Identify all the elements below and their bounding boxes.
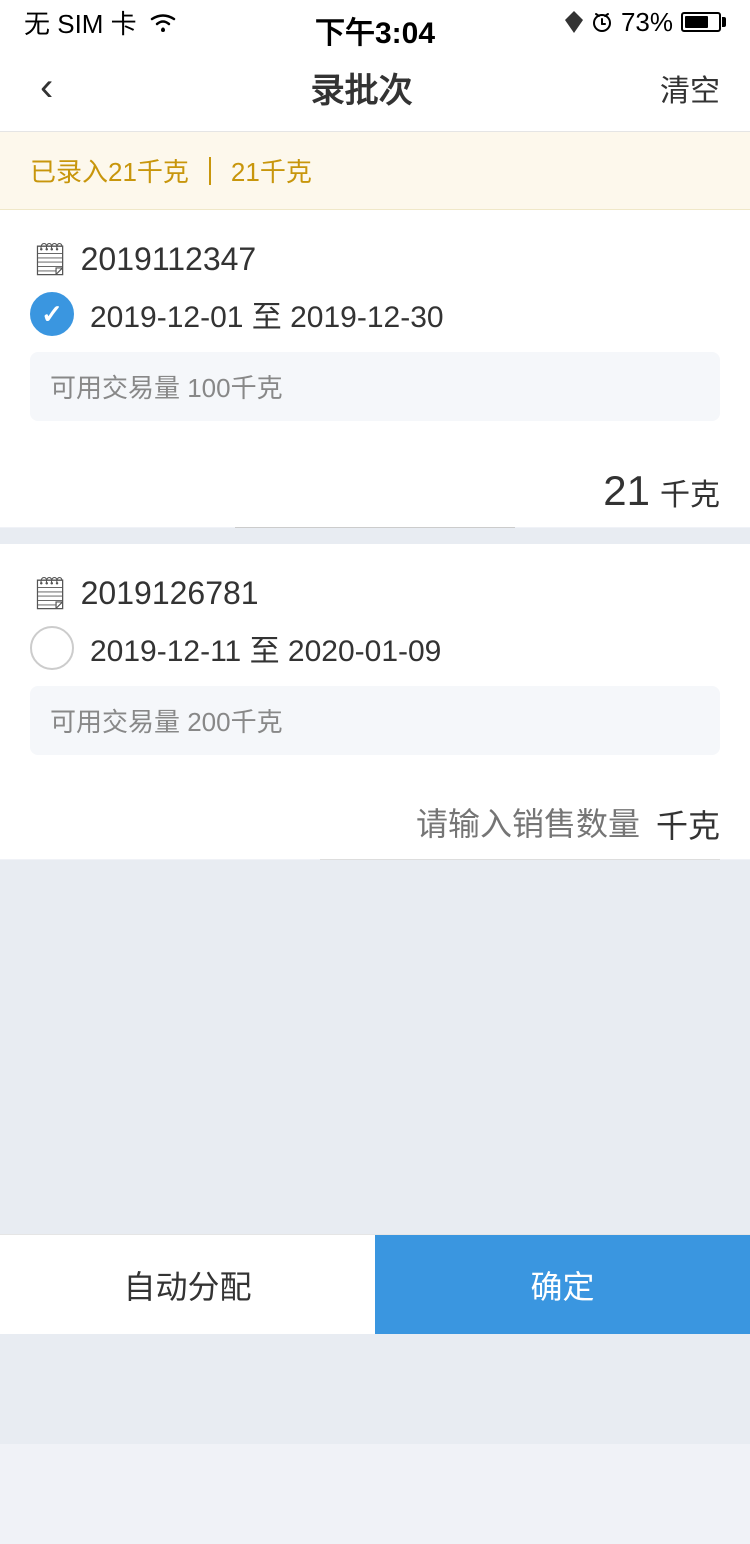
- status-time: 下午3:04: [315, 8, 435, 52]
- status-bar: 无 SIM 卡 下午3:04 73%: [0, 0, 750, 44]
- battery-icon: [681, 12, 726, 32]
- batch1-card: 🗒 2019112347 2019-12-01 至 2019-12-30 可用交…: [0, 210, 750, 451]
- recorded-value: 21千克: [231, 152, 312, 189]
- batch1-id: 2019112347: [81, 241, 257, 278]
- batch1-header: 🗒 2019112347: [30, 240, 720, 278]
- alarm-icon: [591, 11, 613, 33]
- batch1-available-box: 可用交易量 100千克: [30, 352, 720, 421]
- section-divider-1: [0, 528, 750, 544]
- bottom-bar: 自动分配 确定: [0, 1234, 750, 1334]
- empty-area: [0, 860, 750, 1444]
- back-button[interactable]: ‹: [30, 55, 63, 120]
- recorded-label: 已录入21千克: [30, 152, 189, 189]
- batch2-icon: 🗒: [30, 574, 71, 612]
- carrier-text: 无 SIM 卡: [24, 4, 137, 41]
- auto-distribute-button[interactable]: 自动分配: [0, 1235, 375, 1334]
- batch1-date: 2019-12-01 至 2019-12-30: [90, 292, 444, 336]
- batch2-unit: 千克: [656, 801, 720, 847]
- batch2-id: 2019126781: [81, 575, 259, 612]
- batch2-date: 2019-12-11 至 2020-01-09: [90, 626, 441, 670]
- batch1-radio[interactable]: [30, 292, 74, 336]
- batch2-available-box: 可用交易量 200千克: [30, 686, 720, 755]
- status-right: 73%: [565, 7, 726, 38]
- clear-button[interactable]: 清空: [660, 66, 720, 110]
- wifi-icon: [147, 11, 179, 33]
- banner-divider: [209, 157, 211, 185]
- page-content: 🗒 2019112347 2019-12-01 至 2019-12-30 可用交…: [0, 210, 750, 1544]
- batch1-amount-row: 21 千克: [0, 451, 750, 527]
- batch1-amount-unit: 千克: [660, 470, 720, 514]
- batch2-date-row: 2019-12-11 至 2020-01-09: [30, 626, 720, 670]
- battery-percent: 73%: [621, 7, 673, 38]
- batch2-qty-input[interactable]: [320, 806, 640, 843]
- batch1-date-row: 2019-12-01 至 2019-12-30: [30, 292, 720, 336]
- status-left: 无 SIM 卡: [24, 4, 179, 41]
- confirm-button[interactable]: 确定: [375, 1235, 750, 1334]
- batch2-radio[interactable]: [30, 626, 74, 670]
- batch2-input-row: 千克: [0, 785, 750, 859]
- page-title: 录批次: [311, 63, 413, 112]
- nav-bar: ‹ 录批次 清空: [0, 44, 750, 132]
- batch2-header: 🗒 2019126781: [30, 574, 720, 612]
- info-banner: 已录入21千克 21千克: [0, 132, 750, 210]
- batch2-available: 可用交易量 200千克: [50, 707, 283, 737]
- batch1-available: 可用交易量 100千克: [50, 373, 283, 403]
- batch2-card: 🗒 2019126781 2019-12-11 至 2020-01-09 可用交…: [0, 544, 750, 785]
- batch1-amount-value: 21: [603, 467, 650, 515]
- batch1-icon: 🗒: [30, 240, 71, 278]
- location-icon: [565, 11, 583, 33]
